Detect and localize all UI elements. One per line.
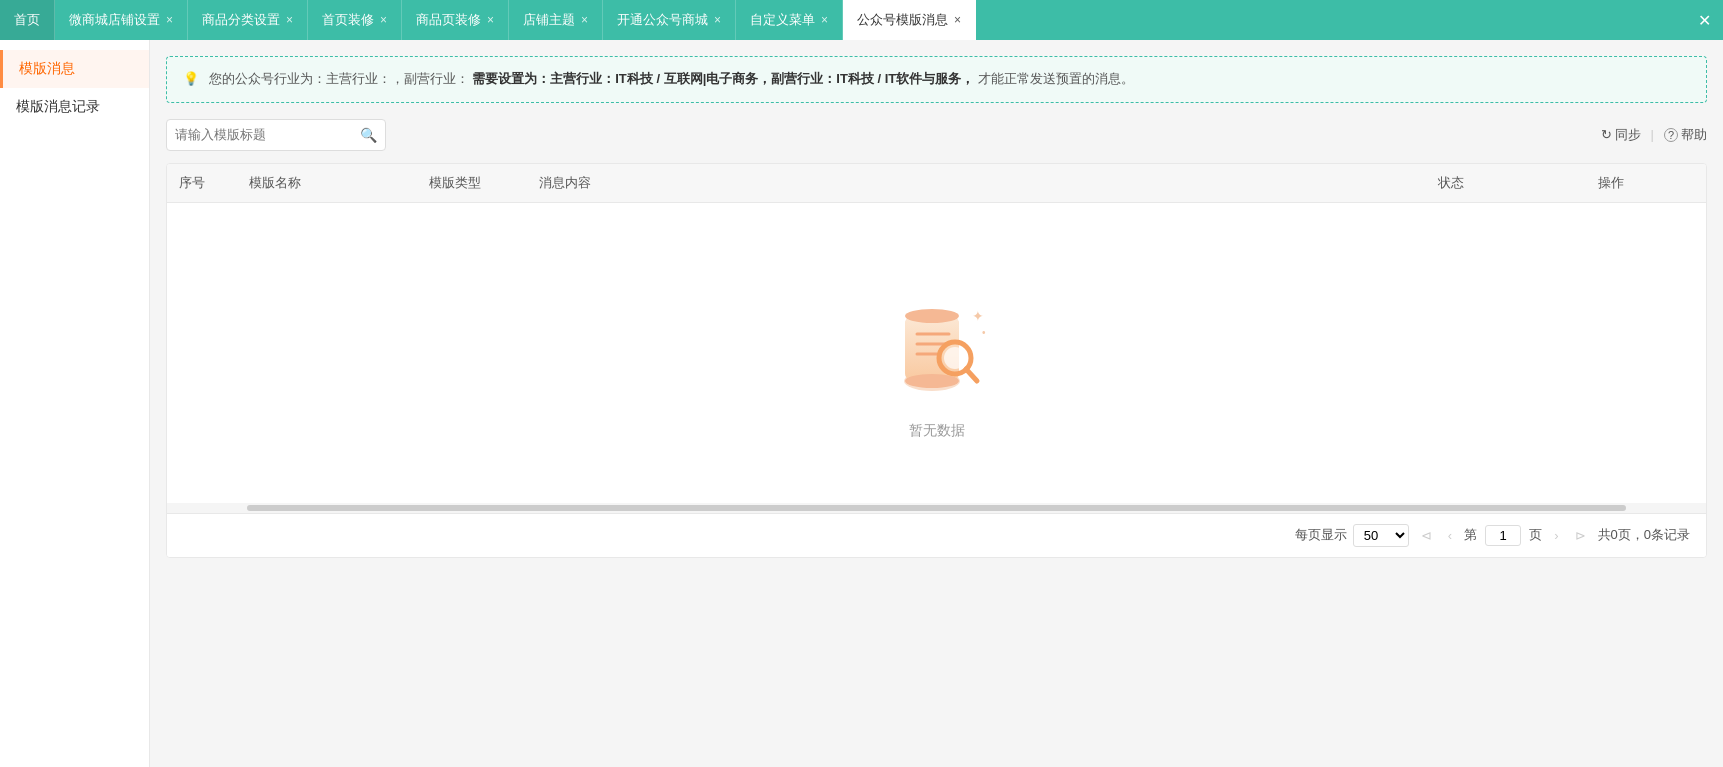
help-icon: ? xyxy=(1664,128,1678,142)
nav-tab-template-message[interactable]: 公众号模版消息 × xyxy=(843,0,976,40)
page-prefix: 第 xyxy=(1464,526,1477,544)
toolbar-divider: | xyxy=(1651,127,1654,142)
nav-tab-homepage-decoration[interactable]: 首页装修 × xyxy=(308,0,402,40)
data-table: 序号 模版名称 模版类型 消息内容 状态 操作 xyxy=(166,163,1707,558)
last-page-button[interactable]: ⊳ xyxy=(1571,526,1590,545)
page-size-label: 每页显示 xyxy=(1295,526,1347,544)
top-navigation: 首页微商城店铺设置×商品分类设置×首页装修×商品页装修×店铺主题×开通公众号商城… xyxy=(0,0,1723,40)
nav-tab-close-shop-settings[interactable]: × xyxy=(166,13,173,27)
empty-illustration: ✦ • xyxy=(877,286,997,406)
search-input[interactable] xyxy=(175,127,356,142)
notice-text-suffix: 才能正常发送预置的消息。 xyxy=(978,71,1134,86)
nav-tab-label-product-decoration: 商品页装修 xyxy=(416,11,481,29)
page-size-select[interactable]: 50 10 20 100 xyxy=(1353,524,1409,547)
nav-tab-close-homepage-decoration[interactable]: × xyxy=(380,13,387,27)
svg-point-7 xyxy=(905,374,959,388)
sync-button[interactable]: ↻ 同步 xyxy=(1601,126,1641,144)
sidebar-item-template-message[interactable]: 模版消息 xyxy=(0,50,149,88)
svg-line-10 xyxy=(966,369,977,381)
empty-state: ✦ • 暂无数据 xyxy=(877,286,997,440)
nav-tab-label-template-message: 公众号模版消息 xyxy=(857,11,948,29)
scrollbar-area[interactable] xyxy=(167,503,1706,513)
close-all-button[interactable]: ✕ xyxy=(1686,11,1723,30)
nav-tab-close-template-message[interactable]: × xyxy=(954,13,961,27)
table-header: 序号 模版名称 模版类型 消息内容 状态 操作 xyxy=(167,164,1706,203)
current-page-input[interactable] xyxy=(1485,525,1521,546)
nav-tab-label-open-mall: 开通公众号商城 xyxy=(617,11,708,29)
prev-page-button[interactable]: ‹ xyxy=(1444,526,1456,545)
nav-tab-label-shop-theme: 店铺主题 xyxy=(523,11,575,29)
nav-tab-label-shop-settings: 微商城店铺设置 xyxy=(69,11,160,29)
svg-point-6 xyxy=(905,309,959,323)
col-header-status: 状态 xyxy=(1426,164,1586,202)
nav-tab-label-category-settings: 商品分类设置 xyxy=(202,11,280,29)
page-size-selector: 每页显示 50 10 20 100 xyxy=(1295,524,1409,547)
nav-tab-label-homepage-decoration: 首页装修 xyxy=(322,11,374,29)
empty-text: 暂无数据 xyxy=(909,422,965,440)
col-header-name: 模版名称 xyxy=(237,164,417,202)
nav-tab-close-product-decoration[interactable]: × xyxy=(487,13,494,27)
nav-tab-custom-menu[interactable]: 自定义菜单 × xyxy=(736,0,843,40)
nav-tab-close-shop-theme[interactable]: × xyxy=(581,13,588,27)
nav-tab-close-custom-menu[interactable]: × xyxy=(821,13,828,27)
pagination: 每页显示 50 10 20 100 ⊲ ‹ 第 页 › ⊳ 共0页，0条记录 xyxy=(167,513,1706,557)
col-header-type: 模版类型 xyxy=(417,164,527,202)
total-text: 共0页，0条记录 xyxy=(1598,526,1690,544)
nav-tab-shop-theme[interactable]: 店铺主题 × xyxy=(509,0,603,40)
main-layout: 模版消息模版消息记录 💡 您的公众号行业为：主营行业：，副营行业： 需要设置为：… xyxy=(0,40,1723,767)
sidebar: 模版消息模版消息记录 xyxy=(0,40,150,767)
nav-tab-label-home: 首页 xyxy=(14,11,40,29)
nav-tab-label-custom-menu: 自定义菜单 xyxy=(750,11,815,29)
help-button[interactable]: ? 帮助 xyxy=(1664,126,1707,144)
sync-icon: ↻ xyxy=(1601,127,1612,142)
page-unit: 页 xyxy=(1529,526,1542,544)
notice-text-prefix: 您的公众号行业为：主营行业：，副营行业： xyxy=(209,71,469,86)
nav-tab-category-settings[interactable]: 商品分类设置 × xyxy=(188,0,308,40)
sync-label: 同步 xyxy=(1615,126,1641,144)
notice-banner: 💡 您的公众号行业为：主营行业：，副营行业： 需要设置为：主营行业：IT科技 /… xyxy=(166,56,1707,103)
notice-text-highlight: 需要设置为：主营行业：IT科技 / 互联网|电子商务，副营行业：IT科技 / I… xyxy=(472,71,974,86)
col-header-index: 序号 xyxy=(167,164,237,202)
search-bar: 🔍 ↻ 同步 | ? 帮助 xyxy=(166,119,1707,151)
svg-text:✦: ✦ xyxy=(972,308,984,324)
notice-icon: 💡 xyxy=(183,71,199,86)
nav-tab-close-open-mall[interactable]: × xyxy=(714,13,721,27)
toolbar-right: ↻ 同步 | ? 帮助 xyxy=(1601,126,1707,144)
search-button[interactable]: 🔍 xyxy=(360,127,377,143)
help-label: 帮助 xyxy=(1681,126,1707,144)
nav-tab-product-decoration[interactable]: 商品页装修 × xyxy=(402,0,509,40)
sidebar-item-template-records[interactable]: 模版消息记录 xyxy=(0,88,149,126)
svg-point-9 xyxy=(944,347,966,369)
search-input-wrap[interactable]: 🔍 xyxy=(166,119,386,151)
next-page-button[interactable]: › xyxy=(1550,526,1562,545)
scrollbar-track[interactable] xyxy=(247,505,1626,511)
nav-tab-home[interactable]: 首页 xyxy=(0,0,55,40)
nav-tab-shop-settings[interactable]: 微商城店铺设置 × xyxy=(55,0,188,40)
table-body: ✦ • 暂无数据 xyxy=(167,203,1706,503)
nav-tab-open-mall[interactable]: 开通公众号商城 × xyxy=(603,0,736,40)
col-header-content: 消息内容 xyxy=(527,164,1426,202)
col-header-action: 操作 xyxy=(1586,164,1706,202)
svg-text:•: • xyxy=(982,327,986,338)
nav-tab-close-category-settings[interactable]: × xyxy=(286,13,293,27)
content-area: 💡 您的公众号行业为：主营行业：，副营行业： 需要设置为：主营行业：IT科技 /… xyxy=(150,40,1723,767)
first-page-button[interactable]: ⊲ xyxy=(1417,526,1436,545)
